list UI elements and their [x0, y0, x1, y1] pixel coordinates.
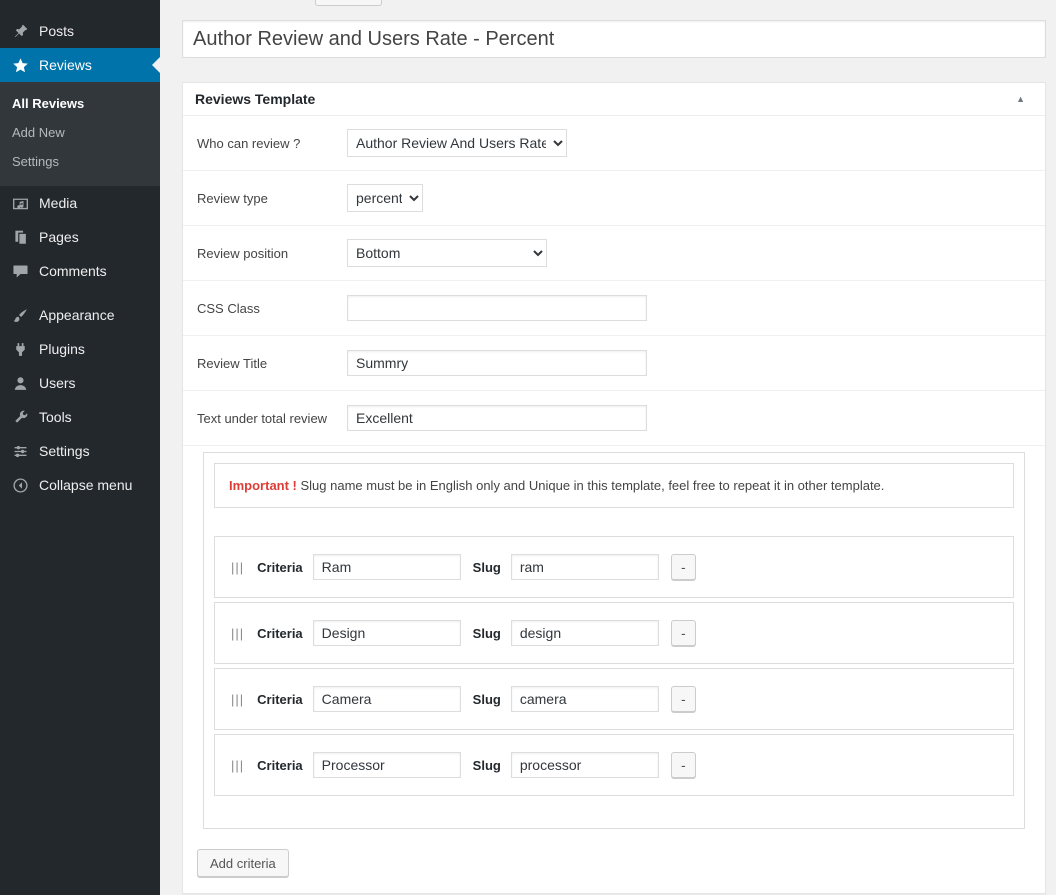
remove-criteria-button[interactable]: -	[670, 620, 696, 646]
who-can-review-select[interactable]: Author Review And Users Rate	[347, 129, 567, 157]
criteria-name-input[interactable]	[312, 554, 461, 580]
notice-body-text: Slug name must be in English only and Un…	[296, 478, 885, 493]
collapse-arrow-icon	[10, 475, 30, 495]
submenu-item-settings[interactable]: Settings	[0, 147, 160, 176]
drag-handle-icon[interactable]: |||	[231, 626, 244, 641]
slug-label: Slug	[472, 691, 501, 707]
text-under-total-review-label: Text under total review	[197, 410, 328, 426]
submenu-item-add-new[interactable]: Add New	[0, 118, 160, 147]
sidebar-item-users[interactable]: Users	[0, 366, 160, 400]
sidebar-item-plugins[interactable]: Plugins	[0, 332, 160, 366]
criteria-label: Criteria	[257, 757, 303, 773]
review-type-label: Review type	[197, 190, 268, 206]
css-class-label: CSS Class	[197, 300, 260, 316]
criteria-section: Important ! Slug name must be in English…	[203, 452, 1025, 829]
criteria-slug-input[interactable]	[510, 620, 659, 646]
metabox-title: Reviews Template	[195, 91, 316, 107]
active-item-arrow	[144, 57, 160, 73]
submenu-item-all-reviews[interactable]: All Reviews	[0, 89, 160, 118]
sidebar-item-collapse-menu[interactable]: Collapse menu	[0, 468, 160, 502]
review-title-label: Review Title	[197, 355, 268, 371]
drag-handle-icon[interactable]: |||	[231, 758, 244, 773]
criteria-name-input[interactable]	[312, 620, 461, 646]
pushpin-icon	[10, 21, 30, 41]
form-row-who-can-review: Who can review ? Author Review And Users…	[183, 116, 1045, 171]
admin-content: Reviews Template ▲ Who can review ? Auth…	[160, 0, 1056, 895]
slug-label: Slug	[472, 625, 501, 641]
pages-icon	[10, 227, 30, 247]
criteria-slug-input[interactable]	[510, 554, 659, 580]
criteria-slug-input[interactable]	[510, 752, 659, 778]
criteria-row: ||| Criteria Slug -	[214, 734, 1014, 796]
form-row-css-class: CSS Class	[183, 281, 1045, 336]
who-can-review-label: Who can review ?	[197, 135, 301, 151]
review-position-label: Review position	[197, 245, 289, 261]
sidebar-item-label: Plugins	[39, 341, 85, 357]
remove-criteria-button[interactable]: -	[670, 752, 696, 778]
sidebar-item-pages[interactable]: Pages	[0, 220, 160, 254]
criteria-name-input[interactable]	[312, 752, 461, 778]
criteria-label: Criteria	[257, 559, 303, 575]
sidebar-item-label: Reviews	[39, 57, 92, 73]
criteria-row: ||| Criteria Slug -	[214, 536, 1014, 598]
criteria-label: Criteria	[257, 691, 303, 707]
wrench-icon	[10, 407, 30, 427]
review-title-input[interactable]	[347, 350, 647, 376]
criteria-label: Criteria	[257, 625, 303, 641]
form-row-review-type: Review type percent	[183, 171, 1045, 226]
sidebar-item-label: Posts	[39, 23, 75, 39]
user-icon	[10, 373, 30, 393]
sidebar-item-label: Settings	[39, 443, 90, 459]
slug-label: Slug	[472, 757, 501, 773]
text-under-total-review-input[interactable]	[347, 405, 647, 431]
sidebar-item-reviews[interactable]: Reviews	[0, 48, 160, 82]
sidebar-item-label: Tools	[39, 409, 72, 425]
comment-icon	[10, 261, 30, 281]
css-class-input[interactable]	[347, 295, 647, 321]
criteria-row: ||| Criteria Slug -	[214, 668, 1014, 730]
menu-separator	[0, 288, 160, 298]
sidebar-item-settings[interactable]: Settings	[0, 434, 160, 468]
partial-top-button[interactable]	[315, 0, 382, 6]
sidebar-item-label: Appearance	[39, 307, 115, 323]
star-icon	[10, 55, 30, 75]
sidebar-item-appearance[interactable]: Appearance	[0, 298, 160, 332]
sidebar-item-label: Collapse menu	[39, 477, 133, 493]
sliders-icon	[10, 441, 30, 461]
metabox-header[interactable]: Reviews Template ▲	[183, 83, 1045, 116]
form-row-review-position: Review position Bottom	[183, 226, 1045, 281]
form-row-text-under-total-review: Text under total review	[183, 391, 1045, 446]
sidebar-item-label: Users	[39, 375, 76, 391]
reviews-template-metabox: Reviews Template ▲ Who can review ? Auth…	[182, 82, 1046, 894]
add-criteria-button[interactable]: Add criteria	[197, 849, 289, 877]
admin-sidebar: Posts Reviews All Reviews Add New Settin…	[0, 0, 160, 895]
form-row-review-title: Review Title	[183, 336, 1045, 391]
sidebar-item-media[interactable]: Media	[0, 186, 160, 220]
remove-criteria-button[interactable]: -	[670, 686, 696, 712]
review-position-select[interactable]: Bottom	[347, 239, 547, 267]
media-icon	[10, 193, 30, 213]
sidebar-item-label: Media	[39, 195, 78, 211]
sidebar-item-comments[interactable]: Comments	[0, 254, 160, 288]
plug-icon	[10, 339, 30, 359]
drag-handle-icon[interactable]: |||	[231, 692, 244, 707]
sidebar-item-label: Comments	[39, 263, 107, 279]
collapse-toggle-icon[interactable]: ▲	[1008, 92, 1033, 106]
criteria-slug-input[interactable]	[510, 686, 659, 712]
review-type-select[interactable]: percent	[347, 184, 423, 212]
brush-icon	[10, 305, 30, 325]
slug-notice: Important ! Slug name must be in English…	[214, 463, 1014, 508]
remove-criteria-button[interactable]: -	[670, 554, 696, 580]
reviews-submenu: All Reviews Add New Settings	[0, 82, 160, 186]
criteria-row: ||| Criteria Slug -	[214, 602, 1014, 664]
slug-label: Slug	[472, 559, 501, 575]
sidebar-item-posts[interactable]: Posts	[0, 14, 160, 48]
drag-handle-icon[interactable]: |||	[231, 560, 244, 575]
sidebar-item-tools[interactable]: Tools	[0, 400, 160, 434]
post-title-input[interactable]	[182, 20, 1046, 58]
notice-important-text: Important !	[229, 478, 297, 493]
criteria-name-input[interactable]	[312, 686, 461, 712]
sidebar-item-label: Pages	[39, 229, 79, 245]
